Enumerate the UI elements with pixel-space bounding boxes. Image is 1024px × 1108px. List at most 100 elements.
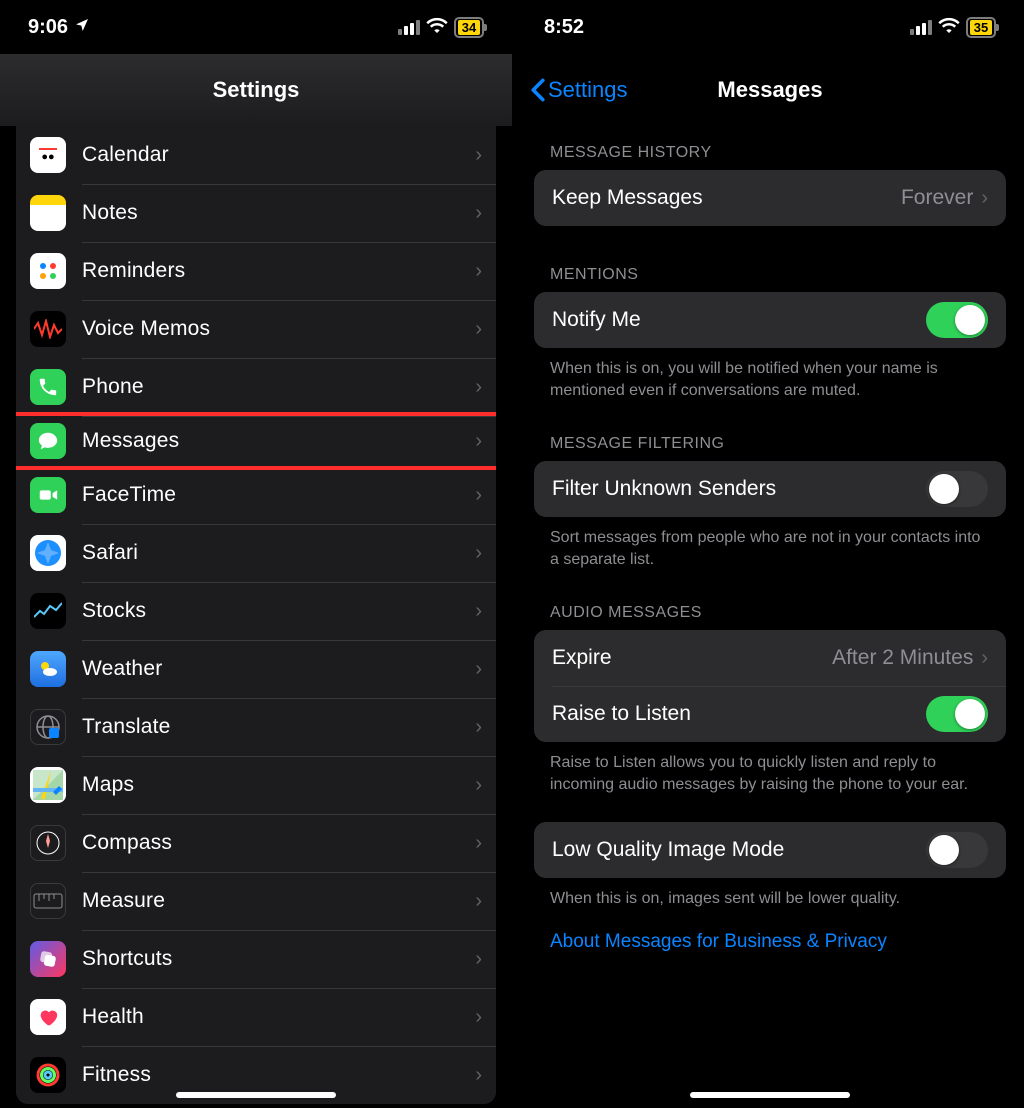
chevron-right-icon: › [475,716,482,739]
settings-item-phone[interactable]: Phone › [16,358,496,416]
cellular-icon [398,20,420,35]
weather-icon [30,651,66,687]
settings-item-facetime[interactable]: FaceTime › [16,466,496,524]
low-quality-image-cell: Low Quality Image Mode [534,822,1006,878]
messages-settings-list[interactable]: MESSAGE HISTORY Keep Messages Forever › … [516,126,1024,1108]
settings-item-health[interactable]: Health › [16,988,496,1046]
battery-icon: 35 [966,17,996,38]
settings-item-label: Translate [82,715,475,739]
chevron-right-icon: › [475,600,482,623]
phone-icon [30,369,66,405]
settings-item-safari[interactable]: Safari › [16,524,496,582]
settings-item-label: Stocks [82,599,475,623]
wifi-icon [938,16,960,39]
settings-item-messages[interactable]: Messages › [16,412,496,470]
filter-unknown-senders-cell: Filter Unknown Senders [534,461,1006,517]
chevron-right-icon: › [475,658,482,681]
settings-item-label: Weather [82,657,475,681]
cell-value: After 2 Minutes [832,646,973,670]
settings-item-label: Fitness [82,1063,475,1087]
settings-item-maps[interactable]: Maps › [16,756,496,814]
settings-item-compass[interactable]: Compass › [16,814,496,872]
section-footer-filtering: Sort messages from people who are not in… [516,517,1024,570]
health-icon [30,999,66,1035]
settings-item-label: Maps [82,773,475,797]
keep-messages-cell[interactable]: Keep Messages Forever › [534,170,1006,226]
expire-cell[interactable]: Expire After 2 Minutes › [534,630,1006,686]
battery-icon: 34 [454,17,484,38]
cellular-icon [910,20,932,35]
notify-me-toggle[interactable] [926,302,988,338]
calendar-icon: ●● [30,137,66,173]
settings-item-label: Compass [82,831,475,855]
wifi-icon [426,16,448,39]
settings-item-label: Shortcuts [82,947,475,971]
settings-item-label: Messages [82,429,475,453]
settings-list[interactable]: ●● Calendar › Notes › Reminders › Voice … [0,126,512,1108]
settings-item-label: Notes [82,201,475,225]
chevron-right-icon: › [475,202,482,225]
messages-settings-screen: 8:52 35 Settings Messages MESSAGE HISTOR… [512,0,1024,1108]
low-quality-image-toggle[interactable] [926,832,988,868]
chevron-right-icon: › [475,376,482,399]
cell-label: Low Quality Image Mode [552,838,926,862]
fitness-icon [30,1057,66,1093]
chevron-right-icon: › [981,647,988,670]
raise-to-listen-toggle[interactable] [926,696,988,732]
compass-icon [30,825,66,861]
cell-label: Expire [552,646,832,670]
translate-icon [30,709,66,745]
settings-item-label: Reminders [82,259,475,283]
about-messages-business-link[interactable]: About Messages for Business & Privacy [516,909,1024,975]
status-bar: 9:06 34 [0,0,512,54]
cell-label: Notify Me [552,308,926,332]
settings-item-label: Safari [82,541,475,565]
cell-value: Forever [901,186,973,210]
chevron-right-icon: › [475,1064,482,1087]
status-bar: 8:52 35 [516,0,1024,54]
settings-item-measure[interactable]: Measure › [16,872,496,930]
settings-item-stocks[interactable]: Stocks › [16,582,496,640]
settings-item-label: Measure [82,889,475,913]
settings-item-label: Voice Memos [82,317,475,341]
settings-item-weather[interactable]: Weather › [16,640,496,698]
notes-icon [30,195,66,231]
back-button[interactable]: Settings [530,77,628,103]
status-time: 9:06 [28,16,68,39]
settings-item-reminders[interactable]: Reminders › [16,242,496,300]
back-label: Settings [548,77,628,103]
voicememos-icon [30,311,66,347]
location-icon [74,16,90,39]
home-indicator[interactable] [176,1092,336,1098]
settings-root-screen: 9:06 34 Settings ●● Calendar › Notes [0,0,512,1108]
settings-item-label: Health [82,1005,475,1029]
settings-item-voicememos[interactable]: Voice Memos › [16,300,496,358]
maps-icon [30,767,66,803]
settings-item-label: Calendar [82,143,475,167]
page-title: Settings [213,77,300,103]
settings-item-calendar[interactable]: ●● Calendar › [16,126,496,184]
home-indicator[interactable] [690,1092,850,1098]
facetime-icon [30,477,66,513]
page-title: Messages [717,77,822,103]
settings-item-translate[interactable]: Translate › [16,698,496,756]
raise-to-listen-cell: Raise to Listen [534,686,1006,742]
settings-item-shortcuts[interactable]: Shortcuts › [16,930,496,988]
chevron-right-icon: › [981,187,988,210]
chevron-right-icon: › [475,542,482,565]
shortcuts-icon [30,941,66,977]
navbar: Settings Messages [516,54,1024,126]
navbar: Settings [0,54,512,126]
settings-item-label: Phone [82,375,475,399]
chevron-right-icon: › [475,948,482,971]
chevron-right-icon: › [475,1006,482,1029]
svg-text:●●: ●● [41,151,54,163]
notify-me-cell: Notify Me [534,292,1006,348]
settings-item-label: FaceTime [82,483,475,507]
filter-unknown-senders-toggle[interactable] [926,471,988,507]
section-footer-mentions: When this is on, you will be notified wh… [516,348,1024,401]
chevron-right-icon: › [475,832,482,855]
chevron-right-icon: › [475,430,482,453]
settings-item-notes[interactable]: Notes › [16,184,496,242]
stocks-icon [30,593,66,629]
